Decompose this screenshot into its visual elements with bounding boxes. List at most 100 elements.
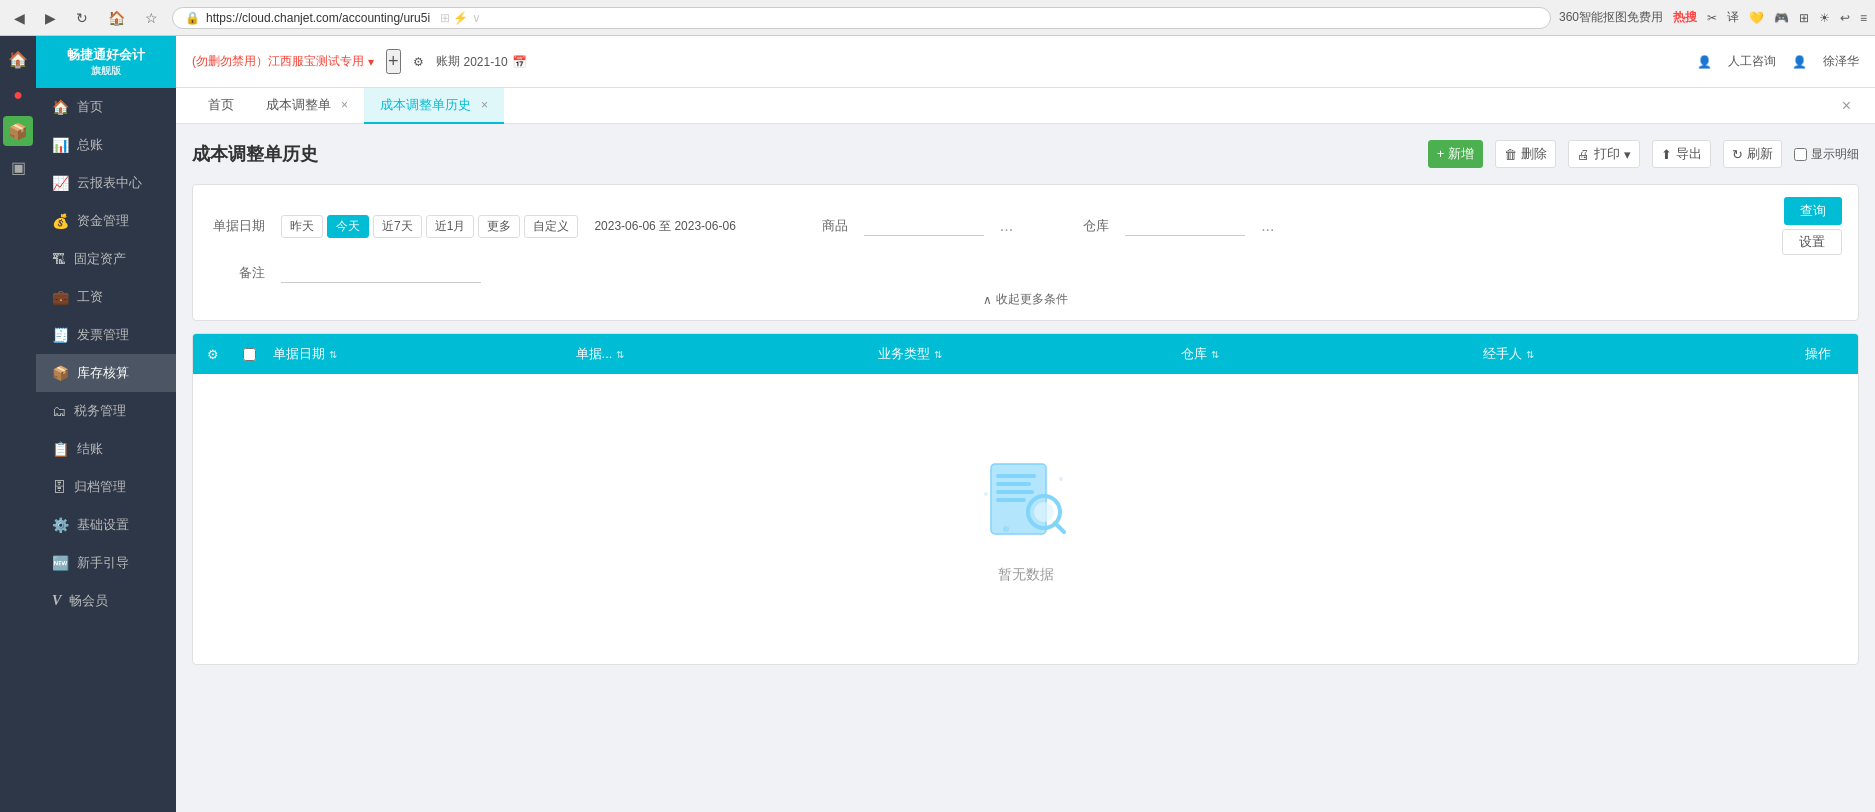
translate-icon: 译 [1727, 9, 1739, 26]
warehouse-filter-input[interactable] [1125, 216, 1245, 236]
date-range-display: 2023-06-06 至 2023-06-06 [594, 218, 735, 235]
date-btn-today[interactable]: 今天 [327, 215, 369, 238]
print-button[interactable]: 🖨 打印 ▾ [1568, 140, 1640, 168]
new-button[interactable]: + 新增 [1428, 140, 1483, 168]
calendar-icon[interactable]: 📅 [512, 55, 527, 69]
sidebar-item-ledger-label: 总账 [77, 136, 103, 154]
period-value: 2021-10 [464, 55, 508, 69]
member-nav-icon: V [52, 593, 61, 609]
dropdown-icon: ⊞ ⚡ ∨ [440, 11, 481, 25]
inventory-nav-icon: 📦 [52, 365, 69, 381]
tab-cost-adjust[interactable]: 成本调整单 × [250, 88, 364, 124]
query-settings-area: 查询 设置 [1782, 197, 1842, 255]
collapse-arrow-icon: ∧ [983, 293, 992, 307]
sidebar-item-capital[interactable]: 💰 资金管理 [36, 202, 176, 240]
svg-rect-1 [996, 474, 1036, 478]
th-biz-type[interactable]: 业务类型 ⇅ [870, 345, 1173, 363]
user-name[interactable]: 徐泽华 [1823, 53, 1859, 70]
back-button[interactable]: ◀ [8, 8, 31, 28]
tab-cost-adjust-history-close[interactable]: × [481, 98, 488, 112]
left-nav: 畅捷通好会计 旗舰版 🏠 首页 📊 总账 📈 云报表中心 💰 资金管理 🏗 固定… [36, 36, 176, 812]
table-header: ⚙ 单据日期 ⇅ 单据... ⇅ 业务类型 ⇅ [193, 334, 1858, 374]
settings-button[interactable]: 设置 [1782, 229, 1842, 255]
show-detail-label: 显示明细 [1811, 146, 1859, 163]
forward-button[interactable]: ▶ [39, 8, 62, 28]
game-icon: 🎮 [1774, 11, 1789, 25]
th-handler[interactable]: 经手人 ⇅ [1475, 345, 1778, 363]
company-selector[interactable]: (勿删勿禁用）江西服宝测试专用 ▾ [192, 53, 374, 70]
logo-main: 畅捷通好会计 [46, 46, 166, 64]
date-btn-7days[interactable]: 近7天 [373, 215, 422, 238]
th-date[interactable]: 单据日期 ⇅ [265, 345, 568, 363]
tab-cost-adjust-history-label: 成本调整单历史 [380, 96, 471, 114]
sidebar-item-archive[interactable]: 🗄 归档管理 [36, 468, 176, 506]
th-checkbox[interactable] [233, 348, 265, 361]
period-label: 账期 [436, 53, 460, 70]
filter-row-2: 备注 [209, 263, 1842, 283]
user-service-label[interactable]: 人工咨询 [1728, 53, 1776, 70]
add-company-button[interactable]: + [386, 49, 401, 74]
reload-button[interactable]: ↻ [70, 8, 94, 28]
th-handler-label: 经手人 [1483, 345, 1522, 363]
sidebar-item-fixed[interactable]: 🏗 固定资产 [36, 240, 176, 278]
page-actions: + 新增 🗑 删除 🖨 打印 ▾ ⬆ 导出 ↻ [1428, 140, 1859, 168]
select-all-checkbox[interactable] [243, 348, 256, 361]
sidebar-item-invoice[interactable]: 🧾 发票管理 [36, 316, 176, 354]
sidebar-item-settings[interactable]: ⚙️ 基础设置 [36, 506, 176, 544]
th-warehouse[interactable]: 仓库 ⇅ [1173, 345, 1476, 363]
refresh-button[interactable]: ↻ 刷新 [1723, 140, 1782, 168]
top-bar-left: (勿删勿禁用）江西服宝测试专用 ▾ + ⚙ 账期 2021-10 📅 [192, 49, 527, 74]
query-button[interactable]: 查询 [1784, 197, 1842, 225]
delete-label: 删除 [1521, 145, 1547, 163]
tab-home[interactable]: 首页 [192, 88, 250, 124]
show-detail-checkbox-label[interactable]: 显示明细 [1794, 146, 1859, 163]
sidebar-item-inventory[interactable]: 📦 库存核算 [36, 354, 176, 392]
sidebar-icon-3: 📦 [3, 116, 33, 146]
tab-cost-adjust-close[interactable]: × [341, 98, 348, 112]
settings-icon[interactable]: ⚙ [413, 55, 424, 69]
close-all-tabs-button[interactable]: × [1834, 97, 1859, 115]
warehouse-filter-more[interactable]: ... [1261, 217, 1274, 235]
sidebar-item-salary-label: 工资 [77, 288, 103, 306]
date-btn-more[interactable]: 更多 [478, 215, 520, 238]
sidebar-item-settings-label: 基础设置 [77, 516, 129, 534]
goods-filter-more[interactable]: ... [1000, 217, 1013, 235]
sidebar-item-home-label: 首页 [77, 98, 103, 116]
sidebar-item-guide[interactable]: 🆕 新手引导 [36, 544, 176, 582]
svg-rect-4 [996, 498, 1026, 502]
goods-filter-input[interactable] [864, 216, 984, 236]
tab-cost-adjust-label: 成本调整单 [266, 96, 331, 114]
date-btn-1month[interactable]: 近1月 [426, 215, 475, 238]
export-button[interactable]: ⬆ 导出 [1652, 140, 1711, 168]
th-settings[interactable]: ⚙ [193, 347, 233, 362]
home-button[interactable]: 🏠 [102, 8, 131, 28]
svg-rect-2 [996, 482, 1031, 486]
th-number[interactable]: 单据... ⇅ [568, 345, 871, 363]
ledger-nav-icon: 📊 [52, 137, 69, 153]
brightness-icon: ☀ [1819, 11, 1830, 25]
th-biz-type-label: 业务类型 [878, 345, 930, 363]
collapse-button[interactable]: ∧ 收起更多条件 [983, 291, 1068, 308]
sidebar-item-member[interactable]: V 畅会员 [36, 582, 176, 620]
th-actions-label: 操作 [1805, 345, 1831, 363]
reports-nav-icon: 📈 [52, 175, 69, 191]
show-detail-checkbox[interactable] [1794, 148, 1807, 161]
top-bar: (勿删勿禁用）江西服宝测试专用 ▾ + ⚙ 账期 2021-10 📅 👤 人工咨… [176, 36, 1875, 88]
tab-cost-adjust-history[interactable]: 成本调整单历史 × [364, 88, 504, 124]
sidebar-item-ledger[interactable]: 📊 总账 [36, 126, 176, 164]
sidebar-item-home[interactable]: 🏠 首页 [36, 88, 176, 126]
address-bar[interactable]: 🔒 https://cloud.chanjet.com/accounting/u… [172, 7, 1551, 29]
sidebar-item-closing[interactable]: 📋 结账 [36, 430, 176, 468]
delete-button[interactable]: 🗑 删除 [1495, 140, 1556, 168]
note-filter-label: 备注 [209, 264, 265, 282]
sidebar-item-salary[interactable]: 💼 工资 [36, 278, 176, 316]
date-btn-custom[interactable]: 自定义 [524, 215, 578, 238]
sidebar-item-reports[interactable]: 📈 云报表中心 [36, 164, 176, 202]
date-btn-yesterday[interactable]: 昨天 [281, 215, 323, 238]
note-filter-input[interactable] [281, 263, 481, 283]
user-service-icon: 👤 [1697, 55, 1712, 69]
bookmark-button[interactable]: ☆ [139, 8, 164, 28]
closing-nav-icon: 📋 [52, 441, 69, 457]
th-warehouse-sort-icon: ⇅ [1211, 349, 1219, 360]
sidebar-item-tax[interactable]: 🗂 税务管理 [36, 392, 176, 430]
